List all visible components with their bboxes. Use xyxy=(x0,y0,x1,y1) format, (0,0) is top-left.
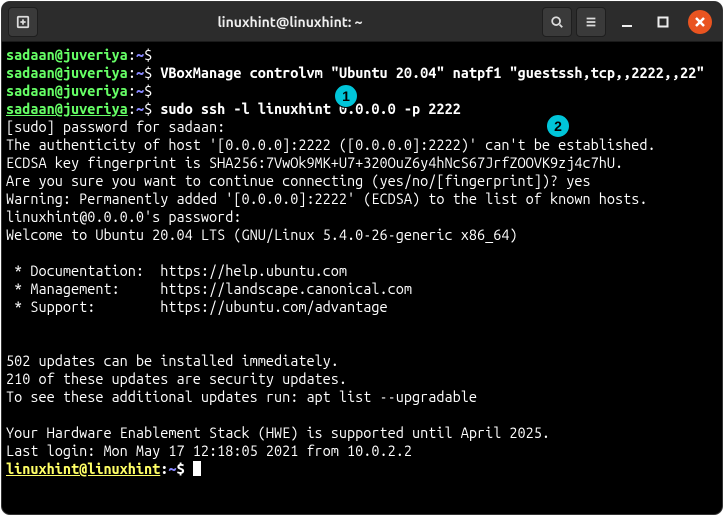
prompt-path: ~ xyxy=(136,100,144,117)
output-line: Last login: Mon May 17 12:18:05 2021 fro… xyxy=(6,442,412,459)
prompt-user: sadaan@juveriya xyxy=(6,46,128,63)
output-line: Are you sure you want to continue connec… xyxy=(6,172,591,189)
prompt-path: ~ xyxy=(136,46,144,63)
maximize-button[interactable] xyxy=(652,11,674,33)
output-line: linuxhint@0.0.0.0's password: xyxy=(6,208,241,225)
window-controls xyxy=(616,10,712,34)
output-line: Warning: Permanently added '[0.0.0.0]:22… xyxy=(6,190,647,207)
search-button[interactable] xyxy=(542,7,572,37)
output-line: * Management: https://landscape.canonica… xyxy=(6,280,412,297)
prompt-path: ~ xyxy=(136,82,144,99)
output-line: Your Hardware Enablement Stack (HWE) is … xyxy=(6,424,550,441)
new-tab-button[interactable] xyxy=(8,7,38,37)
output-line: [sudo] password for sadaan: xyxy=(6,118,225,135)
annotation-badge-1: 1 xyxy=(334,84,358,108)
terminal-output[interactable]: sadaan@juveriya:~$ sadaan@juveriya:~$ VB… xyxy=(2,42,722,482)
output-line: * Support: https://ubuntu.com/advantage xyxy=(6,298,388,315)
prompt-path: ~ xyxy=(136,64,144,81)
command-2: sudo ssh -l linuxhint 0.0.0.0 -p 2222 xyxy=(160,100,460,117)
prompt-user-remote: linuxhint@linuxhint xyxy=(6,460,160,477)
prompt-user: sadaan@juveriya xyxy=(6,64,128,81)
prompt-path: ~ xyxy=(168,460,176,477)
maximize-icon xyxy=(657,16,669,28)
titlebar: linuxhint@linuxhint: ~ xyxy=(2,2,722,42)
output-line: 210 of these updates are security update… xyxy=(6,370,347,387)
prompt-user: sadaan@juveriya xyxy=(6,100,128,117)
cursor xyxy=(193,461,201,476)
output-line: ECDSA key fingerprint is SHA256:7VwOk9MK… xyxy=(6,154,623,171)
output-line: Welcome to Ubuntu 20.04 LTS (GNU/Linux 5… xyxy=(6,226,518,243)
output-line: * Documentation: https://help.ubuntu.com xyxy=(6,262,347,279)
output-line: 502 updates can be installed immediately… xyxy=(6,352,339,369)
new-tab-icon xyxy=(16,15,30,29)
minimize-button[interactable] xyxy=(616,11,638,33)
prompt-user: sadaan@juveriya xyxy=(6,82,128,99)
search-icon xyxy=(550,15,564,29)
window-title: linuxhint@linuxhint: ~ xyxy=(42,14,538,30)
close-icon xyxy=(695,17,705,27)
output-line: To see these additional updates run: apt… xyxy=(6,388,477,405)
output-line: The authenticity of host '[0.0.0.0]:2222… xyxy=(6,136,656,153)
close-button[interactable] xyxy=(688,10,712,34)
menu-button[interactable] xyxy=(576,7,606,37)
annotation-badge-2: 2 xyxy=(546,114,570,138)
minimize-icon xyxy=(621,16,633,28)
command-1: VBoxManage controlvm "Ubuntu 20.04" natp… xyxy=(160,64,704,81)
terminal-window: linuxhint@linuxhint: ~ sadaan@juveriya:~… xyxy=(2,2,722,514)
hamburger-icon xyxy=(584,15,598,29)
